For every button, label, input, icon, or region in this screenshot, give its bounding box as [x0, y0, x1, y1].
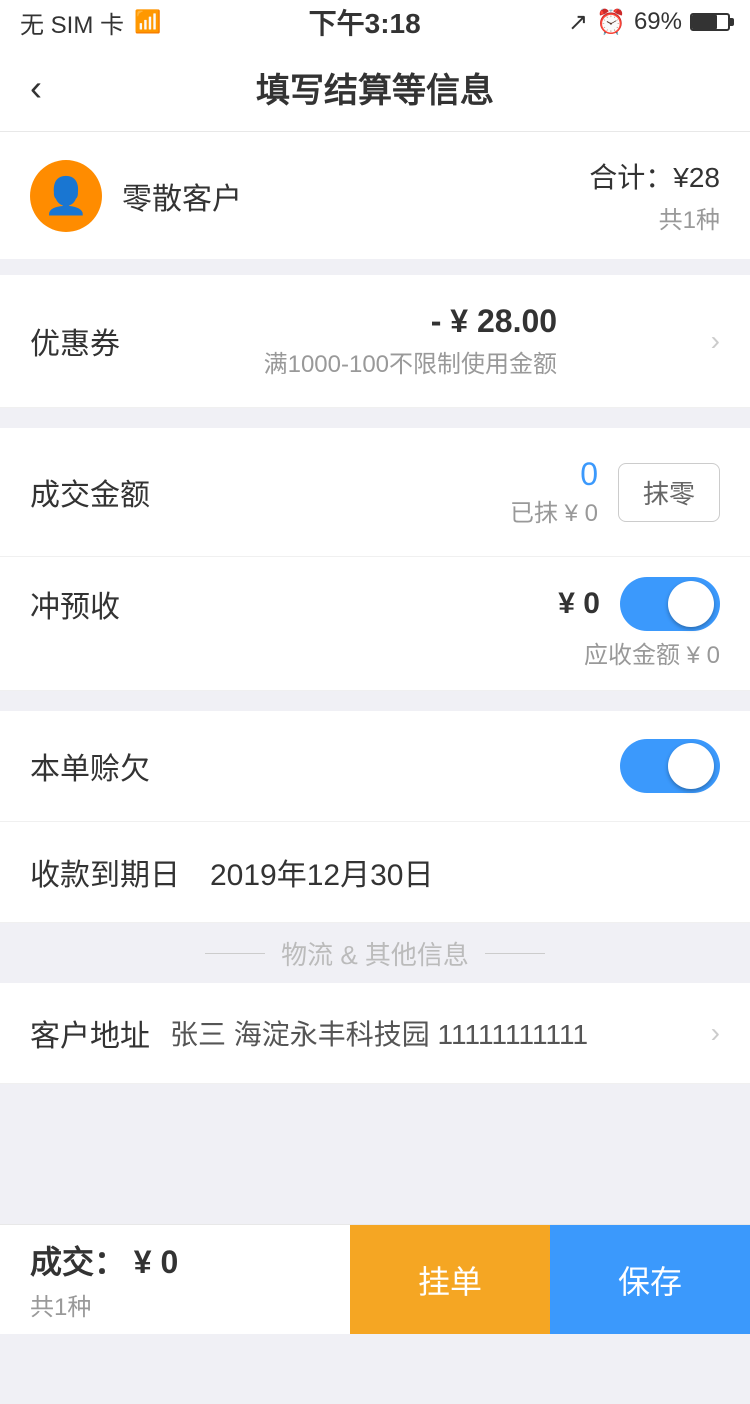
nav-bar: ‹ 填写结算等信息	[0, 44, 750, 132]
due-date-value: 2019年12月30日	[210, 850, 433, 894]
wifi-icon: 📶	[134, 9, 161, 35]
debt-toggle[interactable]	[620, 739, 720, 793]
status-bar: 无 SIM 卡 📶 下午3:18 ↗ ⏰ 69%	[0, 0, 750, 44]
pending-button[interactable]: 挂单	[350, 1225, 550, 1334]
divider-2	[0, 691, 750, 711]
coupon-label: 优惠券	[30, 319, 120, 363]
transaction-amount-row: 成交金额 0 已抹 ¥ 0 抹零	[0, 428, 750, 557]
bottom-bar: 成交： ¥ 0 共1种 挂单 保存	[0, 1224, 750, 1334]
customer-right: 合计：¥28 共1种	[589, 156, 720, 235]
logistics-divider: 物流 & 其他信息	[0, 923, 750, 983]
bottom-info: 成交： ¥ 0 共1种	[0, 1225, 350, 1334]
debt-label: 本单赊欠	[30, 744, 150, 788]
location-icon: ↗	[568, 8, 588, 37]
prepayment-toggle[interactable]	[620, 577, 720, 631]
address-chevron-icon: ›	[711, 1017, 720, 1049]
back-button[interactable]: ‹	[30, 67, 42, 109]
save-button[interactable]: 保存	[550, 1225, 750, 1334]
bottom-count: 共1种	[30, 1287, 320, 1322]
prepayment-amount: ¥ 0	[558, 587, 600, 621]
carrier-label: 无 SIM 卡	[20, 5, 124, 40]
due-date-label: 收款到期日	[30, 850, 180, 894]
content-area: 👤 零散客户 合计：¥28 共1种 优惠券 - ¥ 28.00 满1000-10…	[0, 132, 750, 1404]
form-section: 成交金额 0 已抹 ¥ 0 抹零 冲预收 ¥ 0	[0, 428, 750, 691]
address-section[interactable]: 客户地址 张三 海淀永丰科技园 11111111111 ›	[0, 983, 750, 1084]
due-date-row: 收款到期日 2019年12月30日	[0, 822, 750, 923]
alarm-icon: ⏰	[596, 8, 626, 37]
transaction-amount-label: 成交金额	[30, 470, 150, 514]
battery-label: 69%	[634, 8, 682, 36]
round-zero-button[interactable]: 抹零	[618, 463, 720, 522]
customer-avatar: 👤	[30, 160, 102, 232]
bottom-deal-amount: ¥ 0	[134, 1244, 178, 1280]
toggle-knob	[668, 581, 714, 627]
customer-left: 👤 零散客户	[30, 160, 242, 232]
address-right: ›	[701, 1017, 720, 1049]
customer-name: 零散客户	[122, 174, 242, 218]
divider-1	[0, 408, 750, 428]
address-label: 客户地址	[30, 1011, 150, 1055]
page-title: 填写结算等信息	[256, 63, 494, 112]
transaction-amount-value: 0	[510, 456, 598, 493]
already-zero-label: 已抹 ¥ 0	[510, 493, 598, 528]
transaction-amount-right: 0 已抹 ¥ 0 抹零	[510, 456, 720, 528]
customer-section: 👤 零散客户 合计：¥28 共1种	[0, 132, 750, 259]
status-right: ↗ ⏰ 69%	[568, 8, 730, 37]
customer-total: 合计：¥28	[589, 156, 720, 196]
coupon-amount: - ¥ 28.00	[264, 303, 557, 340]
bottom-deal-label: 成交：	[30, 1244, 126, 1280]
prepayment-label: 冲预收	[30, 582, 120, 626]
coupon-desc: 满1000-100不限制使用金额	[264, 344, 557, 379]
customer-count: 共1种	[589, 200, 720, 235]
debt-row: 本单赊欠	[0, 711, 750, 822]
coupon-section[interactable]: 优惠券 - ¥ 28.00 满1000-100不限制使用金额 ›	[0, 275, 750, 408]
prepayment-receivable: 应收金额 ¥ 0	[584, 635, 720, 670]
debt-section: 本单赊欠 收款到期日 2019年12月30日	[0, 711, 750, 923]
status-time: 下午3:18	[309, 2, 421, 42]
prepayment-row: 冲预收 ¥ 0 应收金额 ¥ 0	[0, 557, 750, 691]
debt-toggle-knob	[668, 743, 714, 789]
address-value: 张三 海淀永丰科技园 11111111111	[150, 1013, 701, 1053]
battery-icon	[690, 13, 730, 31]
logistics-label: 物流 & 其他信息	[205, 935, 545, 972]
avatar-icon: 👤	[44, 175, 89, 217]
bottom-deal-row: 成交： ¥ 0	[30, 1237, 320, 1283]
status-left: 无 SIM 卡 📶	[20, 5, 161, 40]
coupon-chevron-icon: ›	[711, 325, 720, 357]
coupon-right: - ¥ 28.00 满1000-100不限制使用金额	[264, 303, 557, 379]
